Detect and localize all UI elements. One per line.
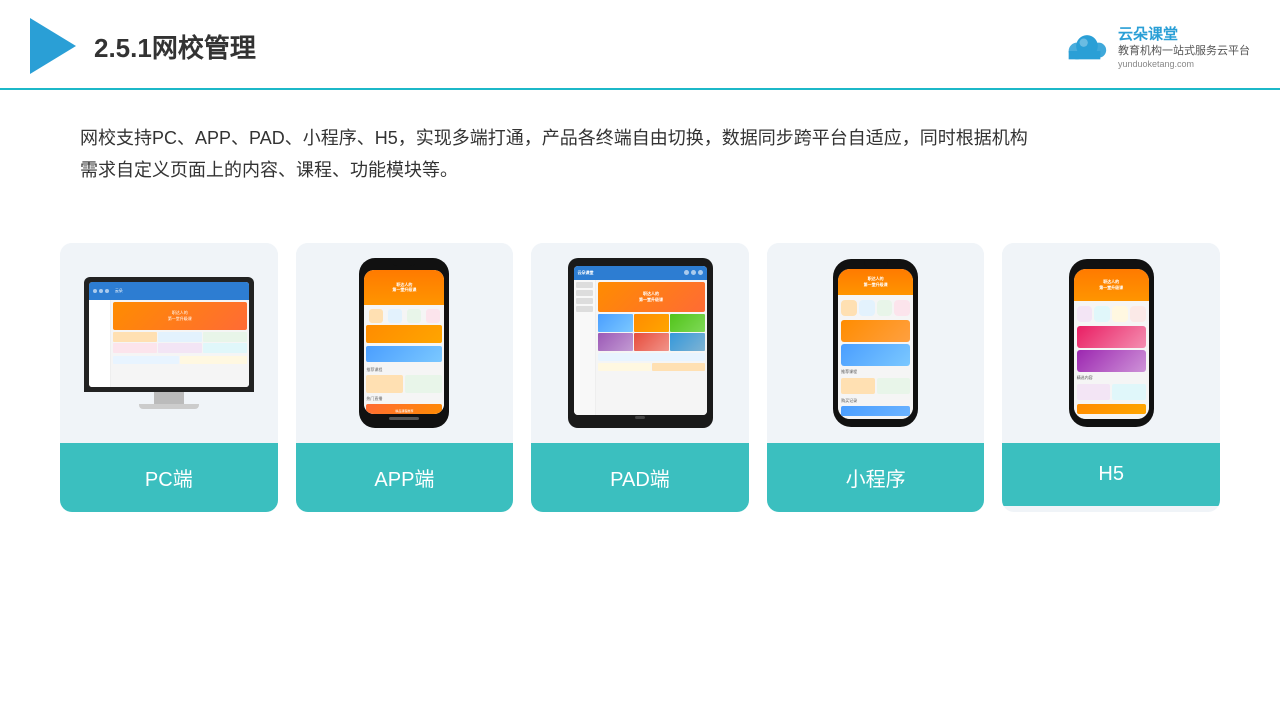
app-mockup: 职达人的第一堂升级课	[359, 258, 449, 428]
card-pad: 云朵课堂	[531, 243, 749, 512]
card-image-pc: 云朵 职达人的第一堂升级课	[60, 243, 278, 443]
card-image-h5: 职达人的第一堂升级课 精选内容	[1002, 243, 1220, 443]
card-app: 职达人的第一堂升级课	[296, 243, 514, 512]
description-line2: 需求自定义页面上的内容、课程、功能模块等。	[80, 154, 1200, 186]
h5-mockup: 职达人的第一堂升级课 精选内容	[1069, 259, 1154, 427]
card-label-app: APP端	[296, 443, 514, 512]
header: 2.5.1网校管理 云朵课堂 教育机构一站式服务云平台 yunduoketang…	[0, 0, 1280, 90]
brand-url: yunduoketang.com	[1118, 59, 1250, 69]
card-h5: 职达人的第一堂升级课 精选内容	[1002, 243, 1220, 512]
pc-mockup: 云朵 职达人的第一堂升级课	[84, 277, 254, 409]
description-block: 网校支持PC、APP、PAD、小程序、H5，实现多端打通，产品各终端自由切换，数…	[0, 90, 1280, 197]
description-line1: 网校支持PC、APP、PAD、小程序、H5，实现多端打通，产品各终端自由切换，数…	[80, 122, 1200, 154]
miniprogram-mockup: 职达人的第一堂升级课 推荐课程	[833, 259, 918, 427]
card-label-pc: PC端	[60, 443, 278, 512]
card-pc: 云朵 职达人的第一堂升级课	[60, 243, 278, 512]
card-label-h5: H5	[1002, 443, 1220, 506]
play-triangle-icon	[30, 18, 76, 74]
card-image-app: 职达人的第一堂升级课	[296, 243, 514, 443]
header-left: 2.5.1网校管理	[30, 18, 256, 74]
card-image-miniprogram: 职达人的第一堂升级课 推荐课程	[767, 243, 985, 443]
page-title: 2.5.1网校管理	[94, 28, 256, 65]
card-label-pad: PAD端	[531, 443, 749, 512]
card-miniprogram: 职达人的第一堂升级课 推荐课程	[767, 243, 985, 512]
pad-mockup: 云朵课堂	[568, 258, 713, 428]
brand-text-block: 云朵课堂 教育机构一站式服务云平台 yunduoketang.com	[1118, 23, 1250, 69]
brand-name: 云朵课堂	[1118, 23, 1250, 44]
header-right: 云朵课堂 教育机构一站式服务云平台 yunduoketang.com	[1062, 23, 1250, 69]
cards-container: 云朵 职达人的第一堂升级课	[0, 207, 1280, 542]
brand-logo: 云朵课堂 教育机构一站式服务云平台 yunduoketang.com	[1062, 23, 1250, 69]
card-image-pad: 云朵课堂	[531, 243, 749, 443]
cloud-icon	[1062, 28, 1112, 64]
brand-tagline: 教育机构一站式服务云平台	[1118, 44, 1250, 59]
card-label-miniprogram: 小程序	[767, 443, 985, 512]
